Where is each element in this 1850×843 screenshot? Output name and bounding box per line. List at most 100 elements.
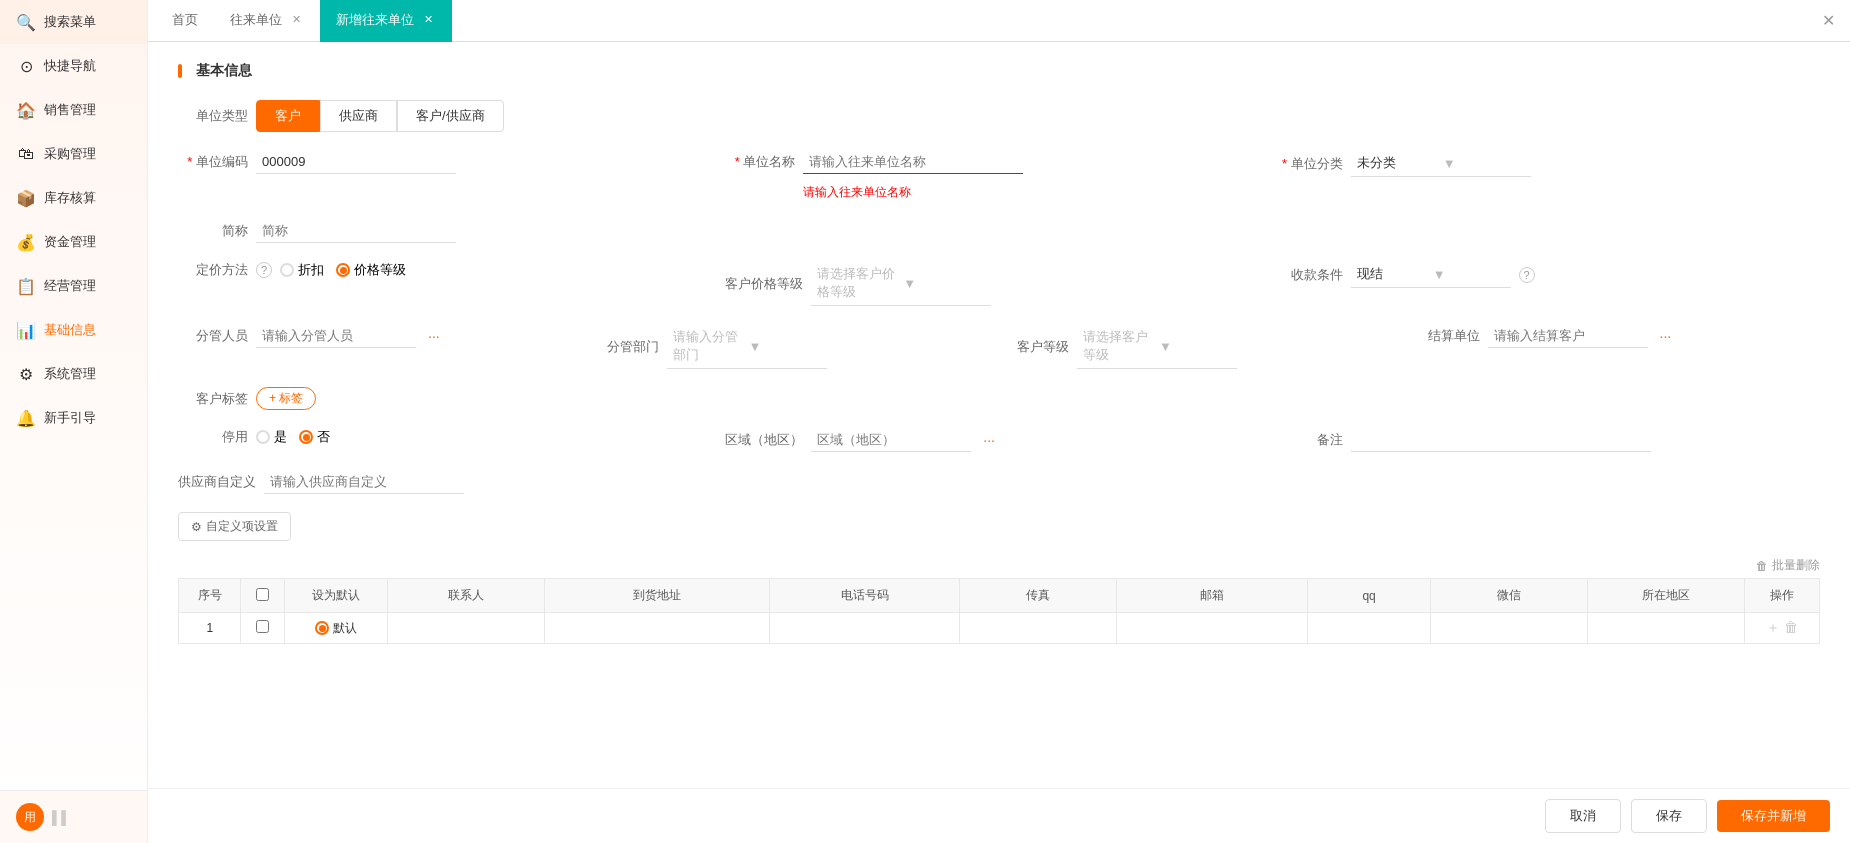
unit-category-value: 未分类 <box>1357 154 1439 172</box>
sidebar: 🔍 搜索菜单 ⊙ 快捷导航 🏠 销售管理 🛍 采购管理 📦 库存核算 💰 资金管… <box>0 0 148 843</box>
pricing-pricelevel-option[interactable]: 价格等级 <box>336 261 406 279</box>
settlement-more-icon[interactable]: ··· <box>1656 328 1676 344</box>
pricing-discount-label: 折扣 <box>298 261 324 279</box>
remark-input[interactable] <box>1351 428 1651 452</box>
payment-help-icon[interactable]: ? <box>1519 267 1535 283</box>
unit-name-error: 请输入往来单位名称 <box>803 184 911 201</box>
custom-settings-label: 自定义项设置 <box>206 518 278 535</box>
row-phone-input[interactable] <box>815 621 915 636</box>
manager-input[interactable] <box>256 324 416 348</box>
unit-name-label: 单位名称 <box>725 153 795 171</box>
row-add-icon[interactable]: ＋ <box>1766 619 1780 635</box>
supplier-custom-input[interactable] <box>264 470 464 494</box>
region-input[interactable] <box>811 428 971 452</box>
pricing-pricelevel-label: 价格等级 <box>354 261 406 279</box>
disabled-yes-option[interactable]: 是 <box>256 428 287 446</box>
sidebar-item-operations[interactable]: 📋 经营管理 <box>0 264 147 308</box>
tab-new-contact[interactable]: 新增往来单位 ✕ <box>320 0 452 42</box>
row-checkbox-cell <box>241 613 285 644</box>
abbreviation-input[interactable] <box>256 219 456 243</box>
department-arrow: ▼ <box>749 339 821 354</box>
row-delete-icon[interactable]: 🗑 <box>1784 619 1798 635</box>
sidebar-item-sales-label: 销售管理 <box>44 101 96 119</box>
unit-type-both-btn[interactable]: 客户/供应商 <box>397 100 504 132</box>
pricing-row: 定价方法 ? 折扣 价格等级 客户价格等级 请选择客户价格等级 <box>178 261 1820 306</box>
payment-terms-select[interactable]: 现结 ▼ <box>1351 261 1511 288</box>
pricing-method-item: 定价方法 ? 折扣 价格等级 <box>178 261 725 279</box>
sidebar-item-sales[interactable]: 🏠 销售管理 <box>0 88 147 132</box>
row-address-input[interactable] <box>597 621 717 636</box>
row-wechat-cell <box>1431 613 1588 644</box>
disabled-label: 停用 <box>178 428 248 446</box>
sidebar-item-search[interactable]: 🔍 搜索菜单 <box>0 0 147 44</box>
row-email-input[interactable] <box>1162 621 1262 636</box>
main-content: 首页 往来单位 ✕ 新增往来单位 ✕ ✕ 基本信息 单位类型 客户 供应商 客户… <box>148 0 1850 843</box>
add-tag-button[interactable]: + 标签 <box>256 387 316 410</box>
section-title-text: 基本信息 <box>196 62 252 80</box>
department-placeholder: 请输入分管部门 <box>673 328 745 364</box>
unit-type-supplier-btn[interactable]: 供应商 <box>320 100 397 132</box>
col-wechat: 微信 <box>1431 579 1588 613</box>
window-close-button[interactable]: ✕ <box>1814 7 1842 35</box>
settlement-unit-item: 结算单位 ··· <box>1410 324 1821 348</box>
pricing-discount-option[interactable]: 折扣 <box>280 261 324 279</box>
sidebar-item-quicknav[interactable]: ⊙ 快捷导航 <box>0 44 147 88</box>
customer-price-level-value: 请选择客户价格等级 <box>817 265 899 301</box>
manager-item: 分管人员 ··· <box>178 324 589 348</box>
manager-more-icon[interactable]: ··· <box>424 328 444 344</box>
settlement-unit-input[interactable] <box>1488 324 1648 348</box>
tag-item: 客户标签 + 标签 <box>178 387 1820 410</box>
sidebar-item-quicknav-label: 快捷导航 <box>44 57 96 75</box>
sidebar-item-guide[interactable]: 🔔 新手引导 <box>0 396 147 440</box>
region-item: 区域（地区） ··· <box>725 428 1272 452</box>
sales-icon: 🏠 <box>16 100 36 120</box>
unit-code-item: 单位编码 <box>178 150 725 174</box>
row-fax-input[interactable] <box>998 621 1078 636</box>
inventory-icon: 📦 <box>16 188 36 208</box>
tab-contacts[interactable]: 往来单位 ✕ <box>214 0 320 42</box>
row-contact-input[interactable] <box>426 621 506 636</box>
batch-delete-button[interactable]: 🗑 批量删除 <box>1756 557 1820 574</box>
row-default-radio-item[interactable]: 默认 <box>291 620 381 637</box>
row-qq-input[interactable] <box>1339 621 1399 636</box>
sidebar-item-system[interactable]: ⚙ 系统管理 <box>0 352 147 396</box>
row-region-input[interactable] <box>1626 621 1706 636</box>
tab-new-contact-close[interactable]: ✕ <box>420 12 436 28</box>
department-select[interactable]: 请输入分管部门 ▼ <box>667 324 827 369</box>
disabled-no-option[interactable]: 否 <box>299 428 330 446</box>
pricing-help-icon[interactable]: ? <box>256 262 272 278</box>
unit-type-customer-btn[interactable]: 客户 <box>256 100 320 132</box>
row-wechat-input[interactable] <box>1469 621 1549 636</box>
sidebar-item-inventory[interactable]: 📦 库存核算 <box>0 176 147 220</box>
unit-code-input[interactable] <box>256 150 456 174</box>
sidebar-item-system-label: 系统管理 <box>44 365 96 383</box>
operations-icon: 📋 <box>16 276 36 296</box>
sidebar-item-purchase[interactable]: 🛍 采购管理 <box>0 132 147 176</box>
sidebar-item-finance[interactable]: 💰 资金管理 <box>0 220 147 264</box>
row-address-cell <box>545 613 769 644</box>
sidebar-item-basic[interactable]: 📊 基础信息 <box>0 308 147 352</box>
customer-price-level-select[interactable]: 请选择客户价格等级 ▼ <box>811 261 991 306</box>
remark-label: 备注 <box>1273 431 1343 449</box>
customer-price-level-item: 客户价格等级 请选择客户价格等级 ▼ <box>725 261 1272 306</box>
region-more-icon[interactable]: ··· <box>979 432 999 448</box>
sidebar-item-finance-label: 资金管理 <box>44 233 96 251</box>
sidebar-item-basic-label: 基础信息 <box>44 321 96 339</box>
save-button[interactable]: 保存 <box>1631 799 1707 833</box>
abbreviation-item: 简称 <box>178 219 1820 243</box>
payment-terms-arrow: ▼ <box>1433 267 1505 282</box>
unit-name-input[interactable] <box>803 150 1023 174</box>
tab-contacts-close[interactable]: ✕ <box>288 12 304 28</box>
customer-level-select[interactable]: 请选择客户等级 ▼ <box>1077 324 1237 369</box>
select-all-checkbox[interactable] <box>256 588 269 601</box>
save-and-new-button[interactable]: 保存并新增 <box>1717 800 1830 832</box>
unit-category-select[interactable]: 未分类 ▼ <box>1351 150 1531 177</box>
tab-home[interactable]: 首页 <box>156 0 214 42</box>
cancel-button[interactable]: 取消 <box>1545 799 1621 833</box>
tab-contacts-label: 往来单位 <box>230 11 282 29</box>
table-row: 1 默认 <box>179 613 1820 644</box>
custom-settings-button[interactable]: ⚙ 自定义项设置 <box>178 512 291 541</box>
row-checkbox[interactable] <box>256 620 269 633</box>
batch-delete-label: 批量删除 <box>1772 557 1820 574</box>
sidebar-item-search-label: 搜索菜单 <box>44 13 96 31</box>
